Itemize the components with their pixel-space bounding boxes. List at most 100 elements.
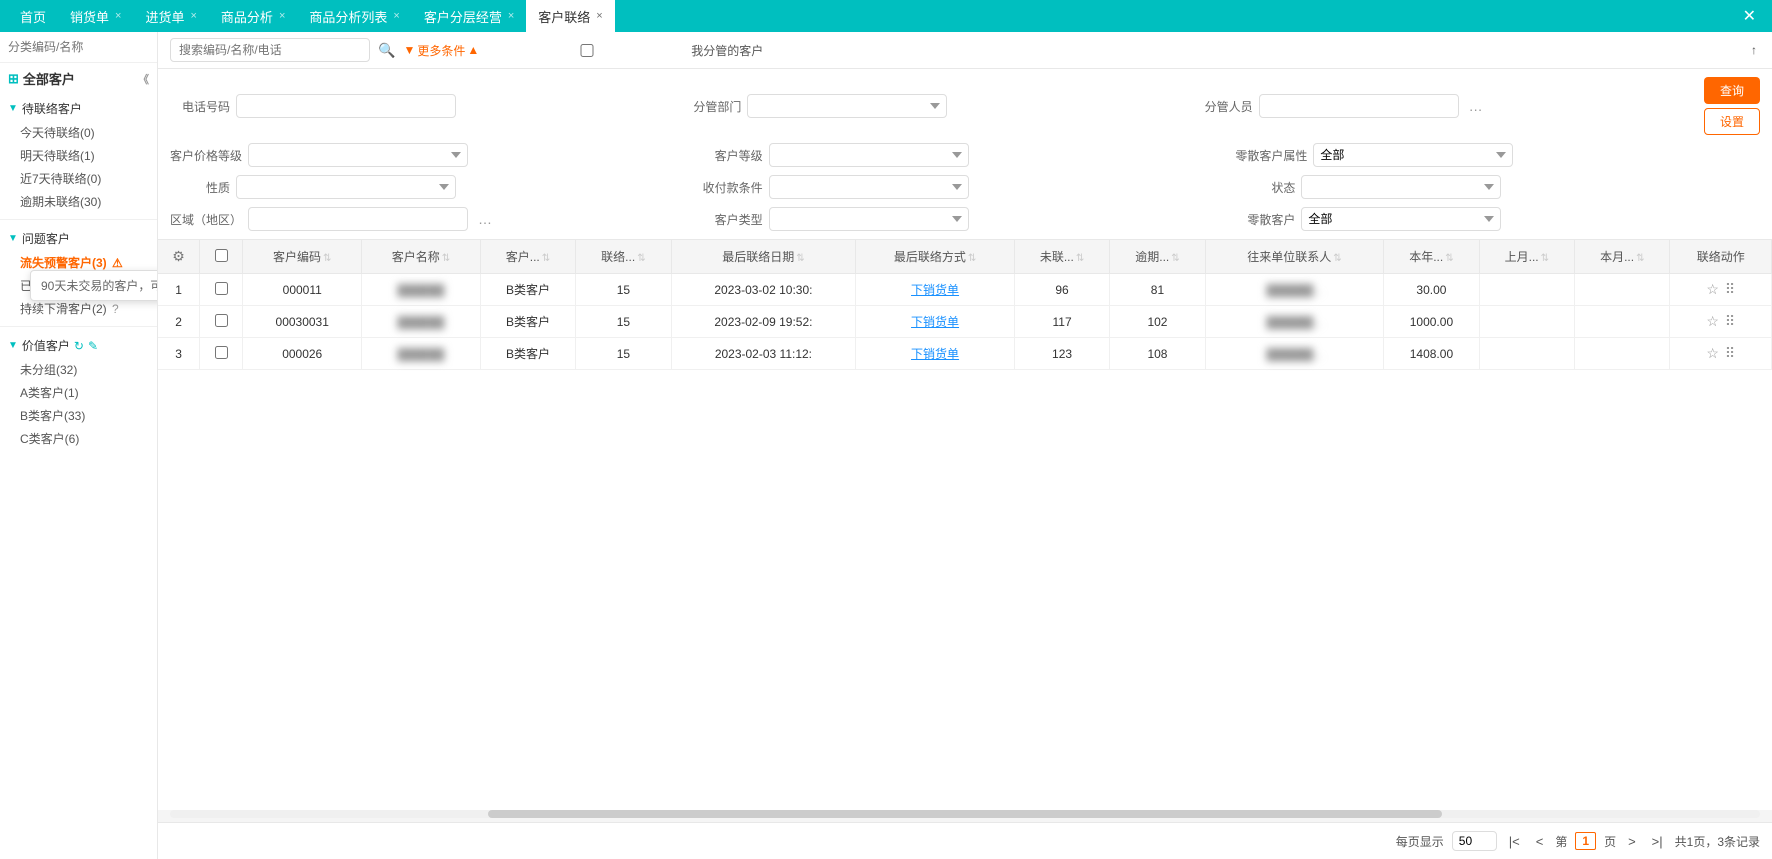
- th-code[interactable]: 客户编码⇅: [243, 240, 362, 274]
- close-customer-segment-tab[interactable]: ×: [508, 10, 514, 22]
- close-product-analysis-list-tab[interactable]: ×: [393, 10, 399, 22]
- sidebar: 🔍 ⊞ 全部客户 《 ▼ 待联络客户 今天待联络(0) 明天待联络(1) 近7天…: [0, 32, 158, 859]
- zero-attr-select[interactable]: 全部: [1313, 143, 1513, 167]
- page-size-select[interactable]: 50 100 200: [1452, 831, 1497, 851]
- row-checkbox-2[interactable]: [215, 346, 228, 359]
- cell-last-way-0: 下销货单: [856, 274, 1015, 306]
- sort-icon-code: ⇅: [323, 253, 331, 264]
- first-page-btn[interactable]: |<: [1505, 832, 1524, 851]
- refresh-icon[interactable]: ↻: [74, 339, 84, 353]
- close-product-analysis-tab[interactable]: ×: [279, 10, 285, 22]
- warning-icon: ⚠: [112, 256, 123, 270]
- th-last-contact-way[interactable]: 最后联络方式⇅: [856, 240, 1015, 274]
- cell-checkbox-1: [200, 306, 243, 338]
- th-actions: 联络动作: [1670, 240, 1772, 274]
- prev-page-btn[interactable]: <: [1532, 832, 1548, 851]
- cell-checkbox-0: [200, 274, 243, 306]
- close-sales-order-tab[interactable]: ×: [115, 10, 121, 22]
- more-action-icon-2[interactable]: ⠿: [1725, 345, 1735, 362]
- close-window-btn[interactable]: ✕: [1735, 6, 1764, 26]
- contact-action-icon-0[interactable]: ☆: [1706, 281, 1719, 298]
- my-customers-checkbox-label[interactable]: 我分管的客户: [487, 42, 763, 59]
- th-customer-type[interactable]: 客户...⇅: [480, 240, 575, 274]
- contact-way-link-1[interactable]: 下销货单: [911, 315, 959, 329]
- sidebar-group-pending-header[interactable]: ▼ 待联络客户: [0, 96, 157, 121]
- cell-code-0: 000011: [243, 274, 362, 306]
- tab-purchase-order[interactable]: 进货单 ×: [133, 0, 208, 32]
- sidebar-item-class-a[interactable]: A类客户(1): [0, 381, 157, 404]
- close-purchase-order-tab[interactable]: ×: [190, 10, 196, 22]
- sidebar-search-input[interactable]: [8, 40, 158, 54]
- price-level-select[interactable]: [248, 143, 468, 167]
- region-input[interactable]: [248, 207, 468, 231]
- top-nav: 首页 销货单 × 进货单 × 商品分析 × 商品分析列表 × 客户分层经营 × …: [0, 0, 1772, 32]
- th-settings[interactable]: ⚙: [158, 240, 200, 274]
- search-btn[interactable]: 🔍: [378, 42, 395, 59]
- tab-customer-contact[interactable]: 客户联络 ×: [526, 0, 614, 32]
- edit-icon[interactable]: ✎: [88, 339, 98, 353]
- contact-way-link-2[interactable]: 下销货单: [911, 347, 959, 361]
- sidebar-item-today-pending[interactable]: 今天待联络(0): [0, 121, 157, 144]
- payment-select[interactable]: [769, 175, 969, 199]
- more-action-icon-0[interactable]: ⠿: [1725, 281, 1735, 298]
- row-checkbox-0[interactable]: [215, 282, 228, 295]
- contact-action-icon-1[interactable]: ☆: [1706, 313, 1719, 330]
- chevron-up-icon: ▲: [467, 43, 479, 57]
- th-contact-person[interactable]: 往来单位联系人⇅: [1205, 240, 1384, 274]
- main-layout: 🔍 ⊞ 全部客户 《 ▼ 待联络客户 今天待联络(0) 明天待联络(1) 近7天…: [0, 32, 1772, 859]
- next-page-btn[interactable]: >: [1624, 832, 1640, 851]
- sidebar-item-class-c[interactable]: C类客户(6): [0, 427, 157, 450]
- th-year-amount[interactable]: 本年...⇅: [1384, 240, 1479, 274]
- th-last-contact-date[interactable]: 最后联络日期⇅: [671, 240, 856, 274]
- settings-btn[interactable]: 设置: [1704, 108, 1760, 135]
- person-dots-btn[interactable]: …: [1465, 98, 1487, 114]
- person-input[interactable]: [1259, 94, 1459, 118]
- more-action-icon-1[interactable]: ⠿: [1725, 313, 1735, 330]
- status-select[interactable]: [1301, 175, 1501, 199]
- sidebar-group-problem-header[interactable]: ▼ 问题客户: [0, 226, 157, 251]
- level-select[interactable]: [769, 143, 969, 167]
- sidebar-item-tomorrow-pending[interactable]: 明天待联络(1): [0, 144, 157, 167]
- th-name[interactable]: 客户名称⇅: [362, 240, 481, 274]
- query-btn[interactable]: 查询: [1704, 77, 1760, 104]
- select-all-checkbox[interactable]: [215, 249, 228, 262]
- contact-action-icon-2[interactable]: ☆: [1706, 345, 1719, 362]
- customer-type-select[interactable]: [769, 207, 969, 231]
- close-customer-contact-tab[interactable]: ×: [596, 10, 602, 22]
- region-dots-btn[interactable]: …: [474, 211, 496, 227]
- sidebar-item-class-b[interactable]: B类客户(33): [0, 404, 157, 427]
- cell-year-2: 1408.00: [1384, 338, 1479, 370]
- search-input[interactable]: [170, 38, 370, 62]
- row-checkbox-1[interactable]: [215, 314, 228, 327]
- sidebar-item-ungrouped[interactable]: 未分组(32): [0, 358, 157, 381]
- dept-select[interactable]: [747, 94, 947, 118]
- sidebar-item-7days-pending[interactable]: 近7天待联络(0): [0, 167, 157, 190]
- sidebar-all-customers[interactable]: ⊞ 全部客户 《: [0, 63, 157, 94]
- more-conditions-btn[interactable]: ▼ 更多条件 ▲: [403, 42, 479, 59]
- cell-name-1: ██████: [362, 306, 481, 338]
- my-customers-checkbox[interactable]: [487, 44, 687, 57]
- th-this-month[interactable]: 本月...⇅: [1575, 240, 1670, 274]
- contact-way-link-0[interactable]: 下销货单: [911, 283, 959, 297]
- th-contact-count[interactable]: 联络...⇅: [576, 240, 671, 274]
- last-page-btn[interactable]: >|: [1648, 832, 1667, 851]
- sidebar-group-value-header[interactable]: ▼ 价值客户 ↻ ✎: [0, 333, 157, 358]
- tab-home[interactable]: 首页: [8, 0, 58, 32]
- tab-customer-segment[interactable]: 客户分层经营 ×: [412, 0, 526, 32]
- horizontal-scrollbar[interactable]: [170, 810, 1760, 818]
- tab-sales-order[interactable]: 销货单 ×: [58, 0, 133, 32]
- cell-type-1: B类客户: [480, 306, 575, 338]
- gender-select[interactable]: [236, 175, 456, 199]
- table-row: 1 000011 ██████ B类客户 15 2023-03-02 10:30…: [158, 274, 1772, 306]
- sidebar-item-overdue-pending[interactable]: 逾期未联络(30): [0, 190, 157, 213]
- zero-customer-select[interactable]: 全部: [1301, 207, 1501, 231]
- th-overdue[interactable]: 逾期...⇅: [1110, 240, 1205, 274]
- th-last-month[interactable]: 上月...⇅: [1479, 240, 1574, 274]
- scrollbar-thumb[interactable]: [488, 810, 1442, 818]
- export-btn[interactable]: ↑: [1751, 43, 1760, 57]
- settings-gear-icon[interactable]: ⚙: [172, 248, 185, 264]
- tab-product-analysis[interactable]: 商品分析 ×: [209, 0, 297, 32]
- tab-product-analysis-list[interactable]: 商品分析列表 ×: [297, 0, 411, 32]
- phone-input[interactable]: [236, 94, 456, 118]
- th-uncontact[interactable]: 未联...⇅: [1014, 240, 1109, 274]
